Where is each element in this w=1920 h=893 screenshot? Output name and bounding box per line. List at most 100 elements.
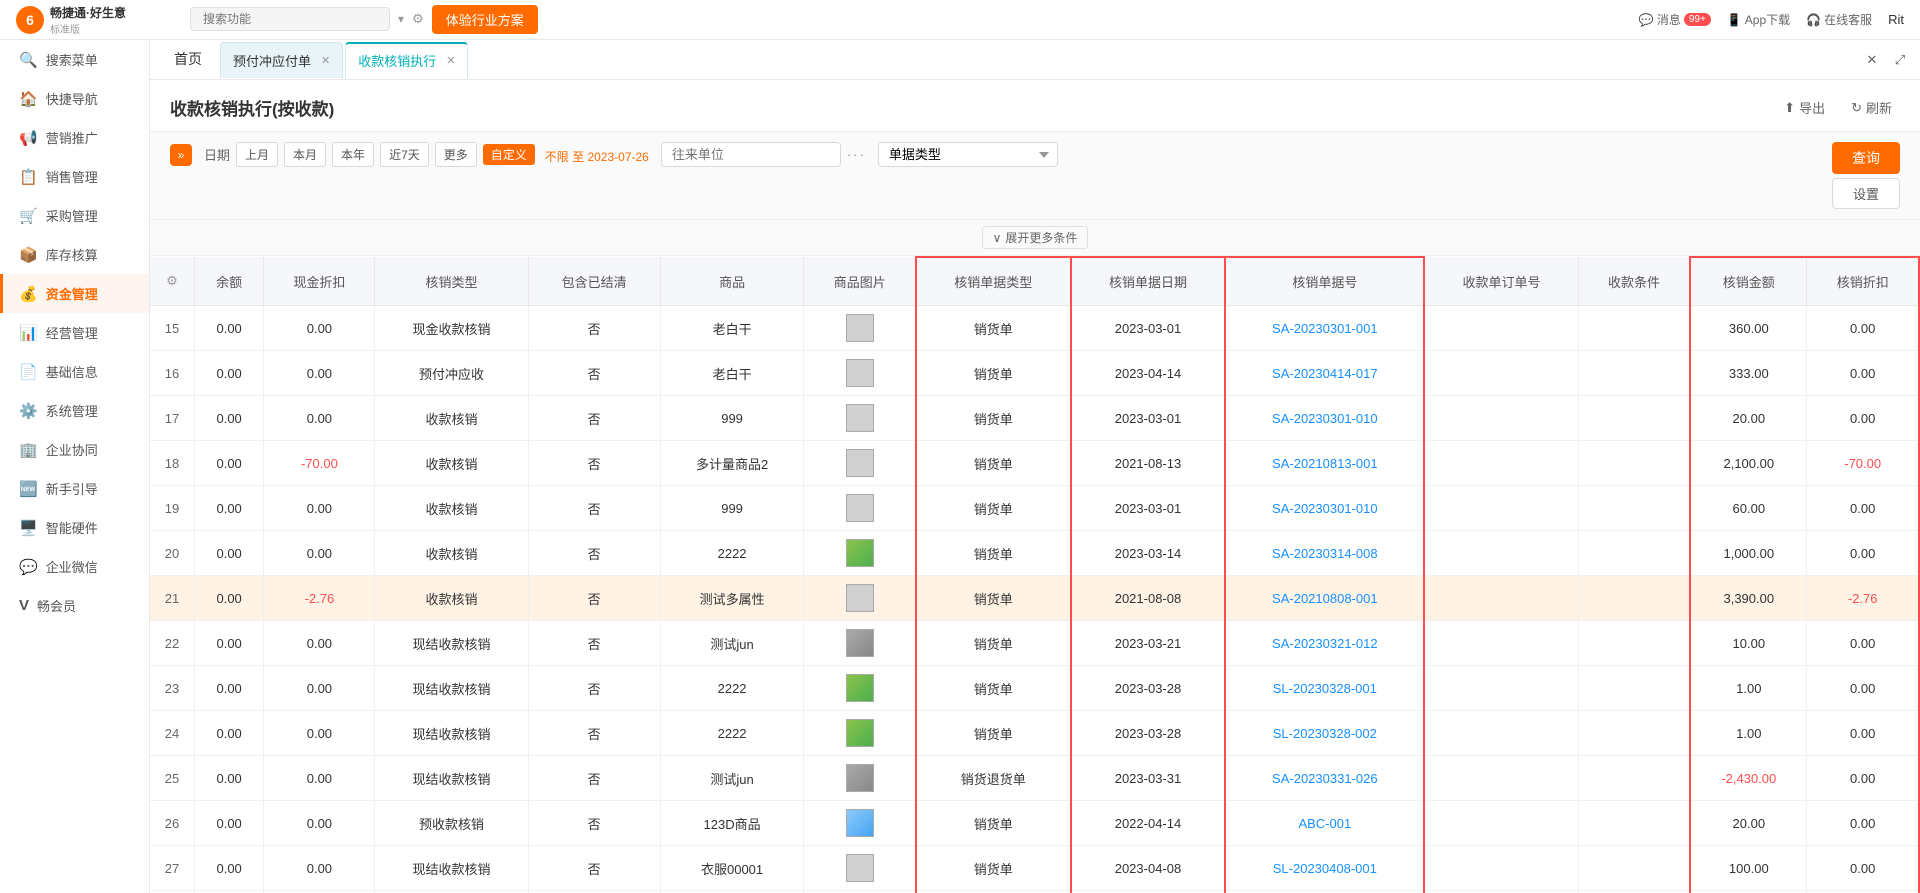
dropdown-arrow[interactable]: ▾	[398, 12, 404, 26]
tab-receipt-verify-close[interactable]: ✕	[446, 54, 455, 67]
verify-no-link[interactable]: SA-20230414-017	[1272, 366, 1378, 381]
sidebar-item-quick-nav[interactable]: 🏠 快捷导航	[0, 79, 149, 118]
sidebar-item-finance[interactable]: 💰 资金管理	[0, 274, 149, 313]
cell-goods: 999	[660, 396, 804, 441]
th-verify-no: 核销单据号	[1225, 257, 1424, 306]
cell-verify-no[interactable]: SA-20230301-010	[1225, 396, 1424, 441]
cell-verify-bill-type: 销货退货单	[916, 756, 1071, 801]
cell-verify-date: 2023-03-28	[1071, 711, 1226, 756]
verify-no-link[interactable]: SA-20230301-010	[1272, 411, 1378, 426]
th-settings[interactable]: ⚙	[150, 257, 195, 306]
sidebar-item-search-menu[interactable]: 🔍 搜索菜单	[0, 40, 149, 79]
table-row: 22 0.00 0.00 现结收款核销 否 测试jun 销货单 2023-03-…	[150, 621, 1919, 666]
sidebar-item-hardware[interactable]: 🖥️ 智能硬件	[0, 508, 149, 547]
cell-seq: 22	[150, 621, 195, 666]
cell-verify-no[interactable]: SL-20230328-002	[1225, 711, 1424, 756]
app-download-btn[interactable]: 📱 App下载	[1727, 11, 1790, 28]
cell-goods-img	[804, 801, 916, 846]
date-more-btn[interactable]: 更多	[435, 142, 477, 167]
mobile-icon: 📱	[1727, 13, 1742, 27]
cell-verify-no[interactable]: SA-20230314-008	[1225, 531, 1424, 576]
cell-verify-no[interactable]: SA-20230301-010	[1225, 486, 1424, 531]
top-search-input[interactable]	[190, 7, 390, 31]
sidebar-item-guide[interactable]: 🆕 新手引导	[0, 469, 149, 508]
verify-no-link[interactable]: SA-20210808-001	[1272, 591, 1378, 606]
query-btn[interactable]: 查询	[1832, 142, 1900, 174]
verify-no-link[interactable]: SA-20230331-026	[1272, 771, 1378, 786]
sidebar-item-basic[interactable]: 📄 基础信息	[0, 352, 149, 391]
date-7days-btn[interactable]: 近7天	[380, 142, 429, 167]
cell-verify-date: 2023-03-31	[1071, 756, 1226, 801]
verify-no-link[interactable]: SA-20230321-012	[1272, 636, 1378, 651]
cell-cash-discount: 0.00	[264, 306, 375, 351]
bill-type-select[interactable]: 单据类型	[878, 142, 1058, 167]
cell-receipt-order-no	[1424, 846, 1578, 891]
cell-verify-no[interactable]: SA-20210813-001	[1225, 441, 1424, 486]
cell-verify-amount: 2,100.00	[1690, 441, 1807, 486]
sidebar-item-member[interactable]: V 畅会员	[0, 586, 149, 625]
tab-receipt-verify[interactable]: 收款核销执行 ✕	[345, 42, 468, 78]
verify-no-link[interactable]: ABC-001	[1298, 816, 1351, 831]
verify-no-link[interactable]: SL-20230328-001	[1273, 681, 1377, 696]
industry-btn[interactable]: 体验行业方案	[432, 5, 538, 34]
sidebar-item-corp[interactable]: 🏢 企业协同	[0, 430, 149, 469]
tab-home[interactable]: 首页	[158, 40, 218, 80]
cell-verify-no[interactable]: SL-20230328-001	[1225, 666, 1424, 711]
money-icon: 💰	[19, 285, 38, 303]
sidebar-label-basic: 基础信息	[46, 362, 98, 381]
cell-verify-no[interactable]: SA-20210808-001	[1225, 576, 1424, 621]
verify-no-link[interactable]: SA-20230301-001	[1272, 321, 1378, 336]
date-custom-btn[interactable]: 自定义	[483, 144, 535, 165]
sidebar-item-sales[interactable]: 📋 销售管理	[0, 157, 149, 196]
message-btn[interactable]: 💬 消息 99+	[1639, 11, 1711, 28]
refresh-btn[interactable]: ↻ 刷新	[1843, 94, 1900, 121]
expand-more-btn[interactable]: ∨ 展开更多条件	[982, 226, 1089, 249]
filter-toggle-btn[interactable]: »	[170, 144, 192, 166]
table-row: 23 0.00 0.00 现结收款核销 否 2222 销货单 2023-03-2…	[150, 666, 1919, 711]
cell-verify-no[interactable]: SA-20230321-012	[1225, 621, 1424, 666]
verify-no-link[interactable]: SA-20230301-010	[1272, 501, 1378, 516]
gear-icon: ⚙️	[19, 402, 38, 420]
settings-gear-icon[interactable]: ⚙	[412, 11, 424, 27]
cell-verify-bill-type: 销货单	[916, 396, 1071, 441]
verify-no-link[interactable]: SA-20210813-001	[1272, 456, 1378, 471]
cell-verify-type: 收款核销	[375, 486, 528, 531]
cell-include-settled: 否	[528, 441, 660, 486]
cell-verify-no[interactable]: SA-20230331-026	[1225, 756, 1424, 801]
cell-verify-no[interactable]: SA-20230414-017	[1225, 351, 1424, 396]
tab-close-btn[interactable]: ✕	[1860, 48, 1884, 72]
verify-no-link[interactable]: SL-20230408-001	[1273, 861, 1377, 876]
cell-verify-no[interactable]: SA-20230301-001	[1225, 306, 1424, 351]
tab-prepay-close[interactable]: ✕	[321, 54, 330, 67]
sidebar-item-purchase[interactable]: 🛒 采购管理	[0, 196, 149, 235]
cell-receipt-terms	[1578, 711, 1690, 756]
cell-cash-discount: 0.00	[264, 621, 375, 666]
message-icon: 💬	[1639, 13, 1654, 27]
partner-input[interactable]	[661, 142, 841, 167]
column-settings-icon[interactable]: ⚙	[158, 267, 186, 295]
cell-verify-no[interactable]: SL-20230408-001	[1225, 846, 1424, 891]
date-this-month-btn[interactable]: 本月	[284, 142, 326, 167]
top-search-area: ▾ ⚙ 体验行业方案	[178, 0, 1627, 40]
sidebar-item-wechat[interactable]: 💬 企业微信	[0, 547, 149, 586]
tab-expand-btn[interactable]: ⤢	[1888, 48, 1912, 72]
date-last-month-btn[interactable]: 上月	[236, 142, 278, 167]
verify-no-link[interactable]: SL-20230328-002	[1273, 726, 1377, 741]
sidebar-item-marketing[interactable]: 📢 营销推广	[0, 118, 149, 157]
settings-btn[interactable]: 设置	[1832, 178, 1900, 209]
cell-receipt-order-no	[1424, 576, 1578, 621]
date-this-year-btn[interactable]: 本年	[332, 142, 374, 167]
cell-include-settled: 否	[528, 621, 660, 666]
user-name[interactable]: Rit	[1888, 12, 1904, 27]
cell-verify-date: 2023-03-01	[1071, 306, 1226, 351]
sidebar-item-inventory[interactable]: 📦 库存核算	[0, 235, 149, 274]
verify-no-link[interactable]: SA-20230314-008	[1272, 546, 1378, 561]
cell-receipt-order-no	[1424, 711, 1578, 756]
tab-prepay[interactable]: 预付冲应付单 ✕	[220, 42, 343, 78]
sidebar-item-operations[interactable]: 📊 经营管理	[0, 313, 149, 352]
sidebar-item-system[interactable]: ⚙️ 系统管理	[0, 391, 149, 430]
export-btn[interactable]: ⬆ 导出	[1776, 94, 1833, 121]
online-service-btn[interactable]: 🎧 在线客服	[1806, 11, 1872, 28]
cell-verify-no[interactable]: ABC-001	[1225, 801, 1424, 846]
table-row: 24 0.00 0.00 现结收款核销 否 2222 销货单 2023-03-2…	[150, 711, 1919, 756]
